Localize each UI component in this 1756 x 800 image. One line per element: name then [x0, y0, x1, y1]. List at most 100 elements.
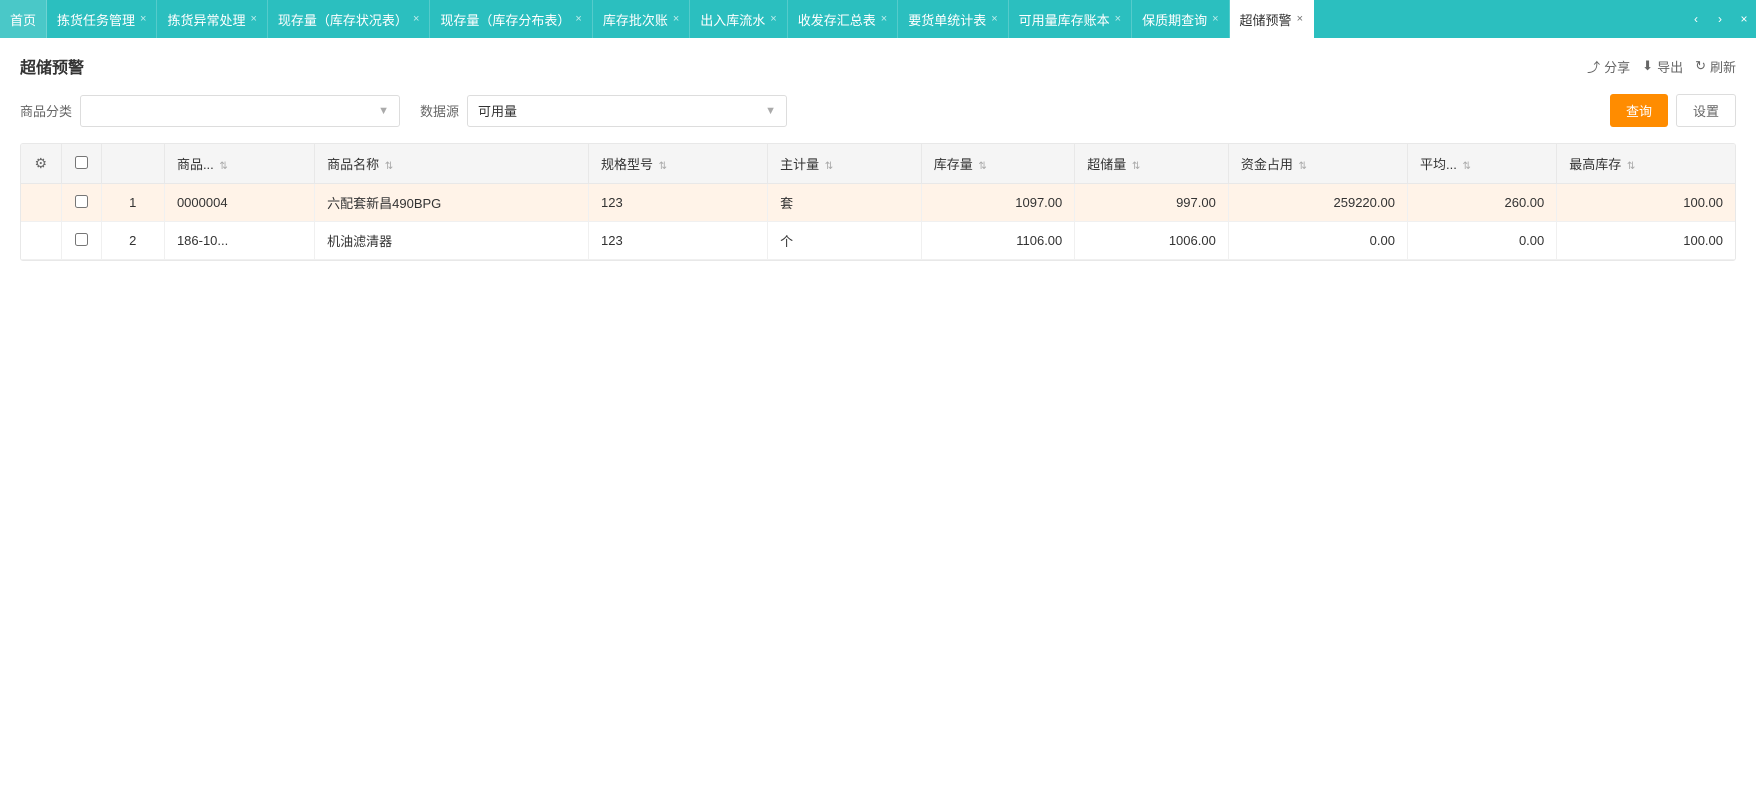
th-spec[interactable]: 规格型号 ⇅: [589, 144, 768, 184]
filter-area: 商品分类 ▼ 数据源 可用量 ▼ 查询 设置: [20, 94, 1736, 127]
select-all-checkbox[interactable]: [75, 156, 88, 169]
sort-product-code-icon: ⇅: [219, 161, 227, 172]
export-action[interactable]: ⬇ 导出: [1642, 57, 1683, 76]
td-stock-0: 1097.00: [921, 184, 1075, 222]
close-nav-avail-stock[interactable]: ×: [1115, 13, 1121, 25]
export-icon: ⬇: [1642, 58, 1653, 74]
data-table: ⚙ 商品... ⇅ 商品名称 ⇅ 规格型号: [21, 144, 1735, 260]
datasource-filter-group: 数据源 可用量 ▼: [420, 95, 787, 127]
td-max-stock-0: 100.00: [1557, 184, 1735, 222]
sort-max-stock-icon: ⇅: [1627, 161, 1635, 172]
td-seq-1: 2: [101, 222, 164, 260]
th-product-name[interactable]: 商品名称 ⇅: [315, 144, 589, 184]
nav-bar: 首页 拣货任务管理 × 拣货异常处理 × 现存量（库存状况表） × 现存量（库存…: [0, 0, 1756, 38]
td-seq-0: 1: [101, 184, 164, 222]
nav-avail-stock[interactable]: 可用量库存账本 ×: [1009, 0, 1132, 38]
category-arrow-icon: ▼: [378, 105, 389, 117]
td-unit-1: 个: [768, 222, 922, 260]
td-product-code-0: 0000004: [164, 184, 314, 222]
nav-quality[interactable]: 保质期查询 ×: [1132, 0, 1229, 38]
nav-arrows: ‹ › ×: [1684, 0, 1756, 38]
th-unit[interactable]: 主计量 ⇅: [768, 144, 922, 184]
table-container: ⚙ 商品... ⇅ 商品名称 ⇅ 规格型号: [20, 143, 1736, 261]
close-nav-quality[interactable]: ×: [1212, 13, 1218, 25]
sort-spec-icon: ⇅: [659, 161, 667, 172]
nav-order-stat[interactable]: 要货单统计表 ×: [898, 0, 1008, 38]
th-settings[interactable]: ⚙: [21, 144, 61, 184]
close-nav-order-stat[interactable]: ×: [991, 13, 997, 25]
nav-inout-flow[interactable]: 出入库流水 ×: [690, 0, 787, 38]
td-capital-0: 259220.00: [1228, 184, 1407, 222]
table-row: 2 186-10... 机油滤清器 123 个 1106.00 1006.00 …: [21, 222, 1735, 260]
category-filter-group: 商品分类 ▼: [20, 95, 400, 127]
th-avg[interactable]: 平均... ⇅: [1407, 144, 1556, 184]
datasource-value: 可用量: [478, 101, 517, 120]
close-nav-overstock[interactable]: ×: [1297, 13, 1303, 25]
nav-arrow-left[interactable]: ‹: [1684, 0, 1708, 38]
close-nav-recv-send[interactable]: ×: [881, 13, 887, 25]
sort-avg-icon: ⇅: [1462, 161, 1470, 172]
settings-gear-icon[interactable]: ⚙: [34, 155, 47, 171]
nav-recv-send[interactable]: 收发存汇总表 ×: [788, 0, 898, 38]
close-nav-stock-dist[interactable]: ×: [575, 13, 581, 25]
sort-capital-icon: ⇅: [1298, 161, 1306, 172]
page-content: 超储预警 ⤴ 分享 ⬇ 导出 ↻ 刷新 商品分类 ▼ 数据源: [0, 38, 1756, 800]
sort-overstock-icon: ⇅: [1132, 161, 1140, 172]
category-select[interactable]: ▼: [80, 95, 400, 127]
td-overstock-1: 1006.00: [1075, 222, 1229, 260]
query-button[interactable]: 查询: [1610, 94, 1668, 127]
datasource-label: 数据源: [420, 101, 459, 120]
table-body: 1 0000004 六配套新昌490BPG 123 套 1097.00 997.…: [21, 184, 1735, 260]
row-checkbox-0[interactable]: [75, 195, 88, 208]
td-unit-0: 套: [768, 184, 922, 222]
row-checkbox-1[interactable]: [75, 233, 88, 246]
page-header: 超储预警 ⤴ 分享 ⬇ 导出 ↻ 刷新: [20, 54, 1736, 78]
td-checkbox-0[interactable]: [61, 184, 101, 222]
td-settings-1: [21, 222, 61, 260]
share-action[interactable]: ⤴ 分享: [1587, 57, 1630, 76]
th-checkbox: [61, 144, 101, 184]
th-capital[interactable]: 资金占用 ⇅: [1228, 144, 1407, 184]
sort-stock-icon: ⇅: [978, 161, 986, 172]
th-stock[interactable]: 库存量 ⇅: [921, 144, 1075, 184]
close-nav-stock-status[interactable]: ×: [413, 13, 419, 25]
refresh-action[interactable]: ↻ 刷新: [1695, 57, 1736, 76]
nav-task-mgmt[interactable]: 拣货任务管理 ×: [47, 0, 157, 38]
nav-arrow-close[interactable]: ×: [1732, 0, 1756, 38]
nav-arrow-right[interactable]: ›: [1708, 0, 1732, 38]
td-product-code-1: 186-10...: [164, 222, 314, 260]
td-product-name-1: 机油滤清器: [315, 222, 589, 260]
share-icon: ⤴: [1587, 57, 1600, 76]
td-max-stock-1: 100.00: [1557, 222, 1735, 260]
td-checkbox-1[interactable]: [61, 222, 101, 260]
nav-stock-dist[interactable]: 现存量（库存分布表） ×: [430, 0, 592, 38]
close-nav-exception[interactable]: ×: [250, 13, 256, 25]
datasource-select[interactable]: 可用量 ▼: [467, 95, 787, 127]
td-spec-1: 123: [589, 222, 768, 260]
nav-exception[interactable]: 拣货异常处理 ×: [157, 0, 267, 38]
nav-home[interactable]: 首页: [0, 0, 47, 38]
td-settings-0: [21, 184, 61, 222]
category-label: 商品分类: [20, 101, 72, 120]
refresh-icon: ↻: [1695, 58, 1706, 74]
close-nav-batch[interactable]: ×: [673, 13, 679, 25]
th-overstock[interactable]: 超储量 ⇅: [1075, 144, 1229, 184]
nav-overstock[interactable]: 超储预警 ×: [1230, 0, 1314, 38]
settings-button[interactable]: 设置: [1676, 94, 1736, 127]
nav-batch[interactable]: 库存批次账 ×: [593, 0, 690, 38]
datasource-arrow-icon: ▼: [765, 105, 776, 117]
table-header-row: ⚙ 商品... ⇅ 商品名称 ⇅ 规格型号: [21, 144, 1735, 184]
close-nav-task-mgmt[interactable]: ×: [140, 13, 146, 25]
th-product-code[interactable]: 商品... ⇅: [164, 144, 314, 184]
th-max-stock[interactable]: 最高库存 ⇅: [1557, 144, 1735, 184]
sort-product-name-icon: ⇅: [385, 161, 393, 172]
td-spec-0: 123: [589, 184, 768, 222]
page-title: 超储预警: [20, 54, 84, 78]
td-capital-1: 0.00: [1228, 222, 1407, 260]
close-nav-inout-flow[interactable]: ×: [770, 13, 776, 25]
nav-stock-status[interactable]: 现存量（库存状况表） ×: [268, 0, 430, 38]
th-seq: [101, 144, 164, 184]
td-avg-1: 0.00: [1407, 222, 1556, 260]
td-product-name-0: 六配套新昌490BPG: [315, 184, 589, 222]
sort-unit-icon: ⇅: [825, 161, 833, 172]
